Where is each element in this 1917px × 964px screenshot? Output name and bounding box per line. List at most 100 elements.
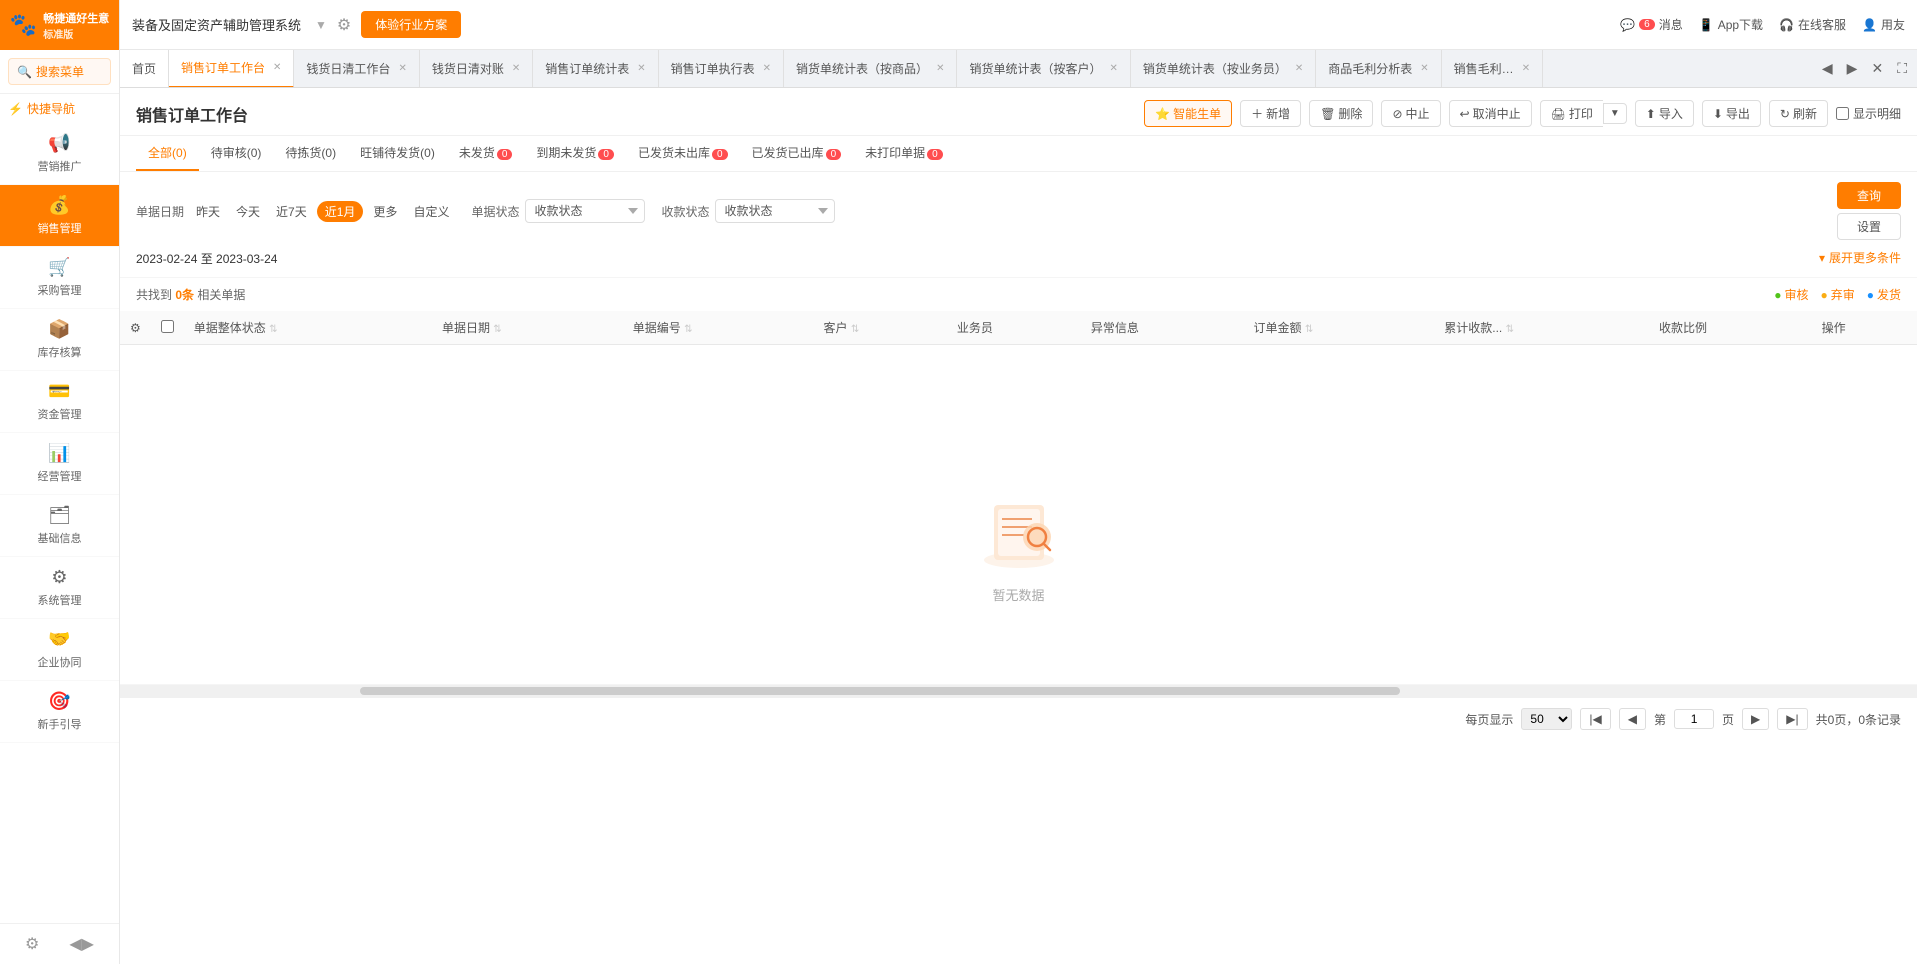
refresh-button[interactable]: ↻ 刷新 <box>1769 100 1828 127</box>
online-service-button[interactable]: 🎧 在线客服 <box>1779 16 1846 33</box>
app-download-button[interactable]: 📱 App下载 <box>1699 16 1763 33</box>
show-detail-checkbox[interactable] <box>1836 107 1849 120</box>
topbar-settings-icon[interactable]: ⚙ <box>337 15 351 35</box>
print-button[interactable]: 🖨 打印 <box>1540 100 1603 127</box>
sort-status-icon[interactable]: ⇅ <box>269 324 277 335</box>
sub-tab-wangpu[interactable]: 旺铺待发货(0) <box>348 136 447 171</box>
expand-more-button[interactable]: ▾ 展开更多条件 <box>1819 249 1901 266</box>
tab-sales-stat[interactable]: 销售订单统计表 ✕ <box>533 50 658 88</box>
close-tab-sales-workbench-icon[interactable]: ✕ <box>273 62 281 73</box>
sort-amount-icon[interactable]: ⇅ <box>1305 324 1313 335</box>
tab-sales-sum-product[interactable]: 销货单统计表（按商品） ✕ <box>784 50 957 88</box>
status-select[interactable]: 收款状态 <box>525 199 645 223</box>
close-tab-gross-profit-icon[interactable]: ✕ <box>1420 63 1428 74</box>
date-btn-7days[interactable]: 近7天 <box>270 201 313 222</box>
tabbar-prev-button[interactable]: ◀ <box>1818 58 1837 79</box>
per-page-select[interactable]: 10 20 50 100 <box>1521 708 1572 730</box>
sub-tab-shipped-out[interactable]: 已发货已出库0 <box>740 136 854 171</box>
sub-tab-not-printed[interactable]: 未打印单据0 <box>853 136 955 171</box>
tabbar-fullscreen-button[interactable]: ⛶ <box>1893 58 1911 79</box>
user-menu-button[interactable]: 👤 用友 <box>1862 16 1905 33</box>
tabbar-next-button[interactable]: ▶ <box>1843 58 1862 79</box>
sub-tab-shipped-not-out[interactable]: 已发货未出库0 <box>626 136 740 171</box>
scrollbar-thumb[interactable] <box>360 687 1400 695</box>
quick-nav[interactable]: ⚡ 快捷导航 <box>0 94 119 123</box>
th-gear[interactable]: ⚙ <box>120 311 151 345</box>
close-tab-cash-day-icon[interactable]: ✕ <box>398 63 406 74</box>
close-tab-sales-stat-icon[interactable]: ✕ <box>637 63 645 74</box>
close-tab-sum-product-icon[interactable]: ✕ <box>936 63 944 74</box>
sub-tab-all[interactable]: 全部(0) <box>136 136 199 171</box>
date-btn-1month[interactable]: 近1月 <box>317 201 364 222</box>
ship-action-button[interactable]: ● 发货 <box>1867 286 1901 303</box>
sidebar-item-base[interactable]: 🗂 基础信息 <box>0 495 119 557</box>
close-tab-sum-staff-icon[interactable]: ✕ <box>1295 63 1303 74</box>
unreviewed-action-button[interactable]: ● 弃审 <box>1820 286 1854 303</box>
tab-sales-more[interactable]: 销售毛利… ✕ <box>1442 50 1543 88</box>
delete-button[interactable]: 🗑 删除 <box>1309 100 1373 127</box>
refresh-icon: ↻ <box>1780 107 1790 121</box>
pagination-next-button[interactable]: ▶ <box>1742 708 1769 730</box>
tab-home[interactable]: 首页 <box>120 50 169 88</box>
sidebar-item-guide[interactable]: 🎯 新手引导 <box>0 681 119 743</box>
collect-select[interactable]: 收款状态 <box>715 199 835 223</box>
show-detail-label[interactable]: 显示明细 <box>1836 105 1901 122</box>
tab-cash-reconcile[interactable]: 钱货日清对账 ✕ <box>420 50 533 88</box>
date-btn-more[interactable]: 更多 <box>367 201 403 222</box>
tab-gross-profit[interactable]: 商品毛利分析表 ✕ <box>1316 50 1441 88</box>
date-btn-today[interactable]: 今天 <box>230 201 266 222</box>
sort-number-icon[interactable]: ⇅ <box>684 324 692 335</box>
pagination-prev-button[interactable]: ◀ <box>1619 708 1646 730</box>
tab-sales-sum-customer[interactable]: 销货单统计表（按客户） ✕ <box>957 50 1130 88</box>
sidebar-item-sales[interactable]: 💰 销售管理 <box>0 185 119 247</box>
import-button[interactable]: ⬆ 导入 <box>1635 100 1694 127</box>
horizontal-scrollbar[interactable] <box>120 685 1917 697</box>
pagination-last-button[interactable]: ▶| <box>1777 708 1807 730</box>
sidebar-item-purchase[interactable]: 🛒 采购管理 <box>0 247 119 309</box>
tab-sales-sum-staff[interactable]: 销货单统计表（按业务员） ✕ <box>1131 50 1316 88</box>
close-tab-sales-exec-icon[interactable]: ✕ <box>763 63 771 74</box>
cancel-stop-button[interactable]: ↩ 取消中止 <box>1449 100 1532 127</box>
pagination-first-button[interactable]: |◀ <box>1580 708 1610 730</box>
sidebar-item-inventory[interactable]: 📦 库存核算 <box>0 309 119 371</box>
settings-bottom-icon[interactable]: ⚙ <box>25 934 39 954</box>
message-button[interactable]: 💬 6 消息 <box>1620 16 1683 33</box>
set-button[interactable]: 设置 <box>1837 213 1901 240</box>
date-btn-yesterday[interactable]: 昨天 <box>190 201 226 222</box>
sub-tab-not-shipped[interactable]: 未发货0 <box>447 136 525 171</box>
sort-date-icon[interactable]: ⇅ <box>493 324 501 335</box>
sidebar-item-operations[interactable]: 📊 经营管理 <box>0 433 119 495</box>
export-button[interactable]: ⬇ 导出 <box>1702 100 1761 127</box>
select-all-checkbox[interactable] <box>161 320 174 333</box>
sub-tab-pending-review[interactable]: 待审核(0) <box>199 136 274 171</box>
tab-sales-workbench[interactable]: 销售订单工作台 ✕ <box>169 50 294 88</box>
stop-button[interactable]: ⊘ 中止 <box>1381 100 1440 127</box>
page-number-input[interactable] <box>1674 709 1714 729</box>
close-tab-sum-customer-icon[interactable]: ✕ <box>1109 63 1117 74</box>
sidebar-item-system[interactable]: ⚙ 系统管理 <box>0 557 119 619</box>
sort-collected-icon[interactable]: ⇅ <box>1506 324 1514 335</box>
collapse-icon[interactable]: ◀▶ <box>69 934 94 954</box>
search-menu-button[interactable]: 🔍 搜索菜单 <box>8 58 111 85</box>
date-btn-custom[interactable]: 自定义 <box>407 201 455 222</box>
add-button[interactable]: ＋ 新增 <box>1240 100 1301 127</box>
sub-tab-overdue[interactable]: 到期未发货0 <box>524 136 626 171</box>
sub-tab-pending-pick[interactable]: 待拣货(0) <box>273 136 348 171</box>
sidebar-item-enterprise[interactable]: 🤝 企业协同 <box>0 619 119 681</box>
industry-solution-button[interactable]: 体验行业方案 <box>361 11 461 38</box>
phone-icon: 📱 <box>1699 18 1714 32</box>
print-dropdown-button[interactable]: ▼ <box>1603 103 1627 124</box>
sidebar-item-finance[interactable]: 💳 资金管理 <box>0 371 119 433</box>
close-tab-sales-more-icon[interactable]: ✕ <box>1522 63 1530 74</box>
th-checkbox[interactable] <box>151 311 184 345</box>
tab-sales-exec[interactable]: 销售订单执行表 ✕ <box>659 50 784 88</box>
smart-gen-button[interactable]: ⭐ 智能生单 <box>1144 100 1232 127</box>
close-tab-cash-reconcile-icon[interactable]: ✕ <box>512 63 520 74</box>
tab-cash-day[interactable]: 钱货日清工作台 ✕ <box>294 50 419 88</box>
dropdown-arrow-icon[interactable]: ▼ <box>315 18 327 32</box>
review-action-button[interactable]: ● 审核 <box>1774 286 1808 303</box>
sort-customer-icon[interactable]: ⇅ <box>851 324 859 335</box>
sidebar-item-marketing[interactable]: 📢 营销推广 <box>0 123 119 185</box>
tabbar-close-button[interactable]: ✕ <box>1867 58 1887 79</box>
query-button[interactable]: 查询 <box>1837 182 1901 209</box>
